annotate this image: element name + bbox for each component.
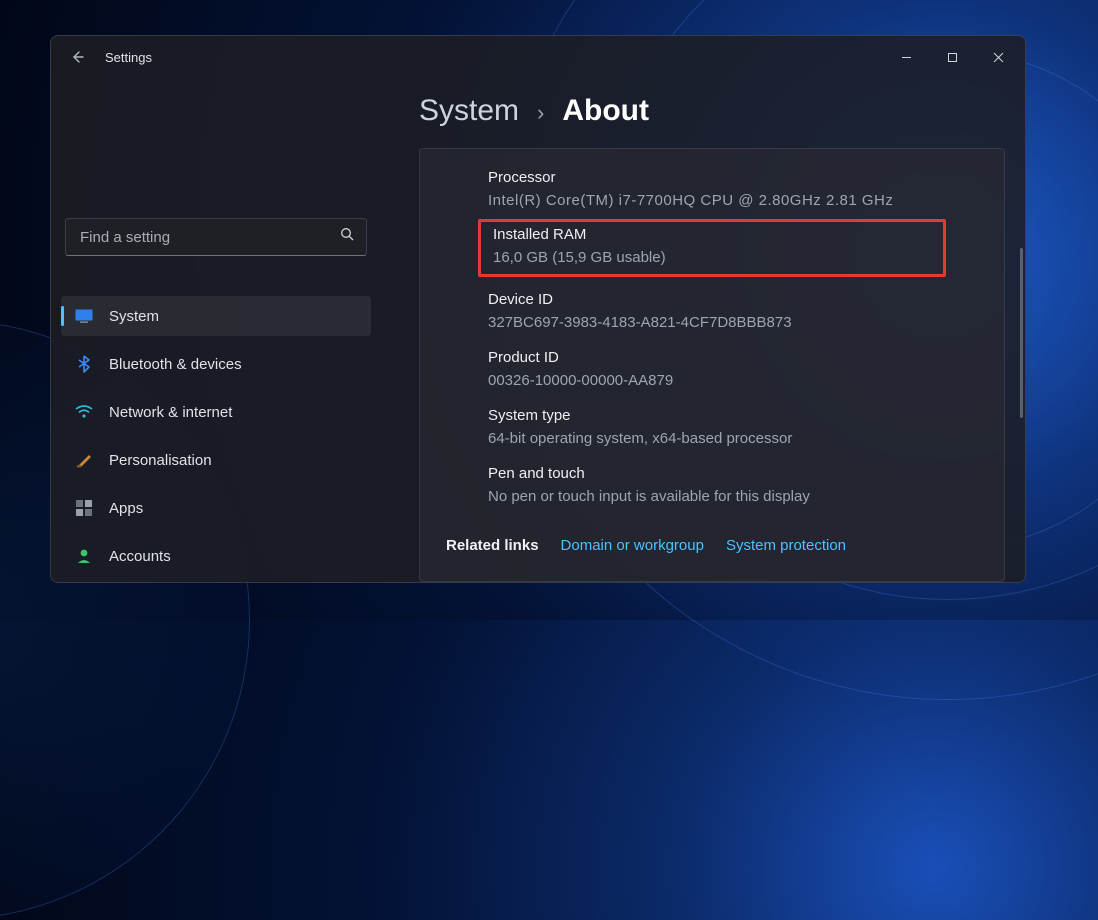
settings-window: Settings System Bluetooth & devices — [50, 35, 1026, 583]
titlebar: Settings — [51, 36, 1025, 78]
sidebar-item-accounts[interactable]: Accounts — [61, 536, 371, 576]
back-button[interactable] — [65, 45, 89, 69]
close-button[interactable] — [975, 41, 1021, 73]
link-system-protection[interactable]: System protection — [726, 537, 846, 554]
bluetooth-icon — [75, 355, 93, 373]
sidebar-item-label: Network & internet — [109, 404, 232, 421]
window-controls — [883, 41, 1021, 73]
maximize-button[interactable] — [929, 41, 975, 73]
brush-icon — [75, 451, 93, 469]
spec-value: 327BC697-3983-4183-A821-4CF7D8BBB873 — [488, 314, 936, 331]
monitor-icon — [75, 307, 93, 325]
device-specs-panel: Processor Intel(R) Core(TM) i7-7700HQ CP… — [419, 148, 1005, 582]
sidebar-item-label: Personalisation — [109, 452, 212, 469]
sidebar: System Bluetooth & devices Network & int… — [51, 78, 381, 582]
related-links: Related links Domain or workgroup System… — [446, 533, 978, 554]
spec-label: Processor — [488, 169, 936, 186]
sidebar-item-label: Bluetooth & devices — [109, 356, 242, 373]
close-icon — [993, 52, 1004, 63]
spec-value: 00326-10000-00000-AA879 — [488, 372, 936, 389]
sidebar-item-network[interactable]: Network & internet — [61, 392, 371, 432]
related-links-label: Related links — [446, 537, 539, 554]
spec-label: Pen and touch — [488, 465, 936, 482]
minimize-icon — [901, 52, 912, 63]
arrow-left-icon — [70, 50, 84, 64]
sidebar-item-label: Apps — [109, 500, 143, 517]
search-input[interactable] — [65, 218, 367, 256]
account-icon — [75, 547, 93, 565]
minimize-button[interactable] — [883, 41, 929, 73]
spec-label: Installed RAM — [493, 226, 931, 243]
spec-value: No pen or touch input is available for t… — [488, 488, 936, 505]
spec-label: System type — [488, 407, 936, 424]
window-title: Settings — [105, 50, 152, 65]
search-field-wrap — [65, 218, 367, 256]
sidebar-item-apps[interactable]: Apps — [61, 488, 371, 528]
spec-value: Intel(R) Core(TM) i7-7700HQ CPU @ 2.80GH… — [488, 192, 936, 209]
wifi-icon — [75, 403, 93, 421]
breadcrumb: System › About — [419, 94, 1005, 128]
sidebar-item-label: Accounts — [109, 548, 171, 565]
spec-installed-ram-highlight: Installed RAM 16,0 GB (15,9 GB usable) — [478, 219, 946, 277]
spec-value: 16,0 GB (15,9 GB usable) — [493, 249, 931, 266]
scrollbar-thumb[interactable] — [1020, 248, 1023, 418]
chevron-right-icon: › — [537, 100, 544, 126]
spec-value: 64-bit operating system, x64-based proce… — [488, 430, 936, 447]
sidebar-item-system[interactable]: System — [61, 296, 371, 336]
apps-icon — [75, 499, 93, 517]
spec-pen-touch: Pen and touch No pen or touch input is a… — [446, 461, 978, 509]
breadcrumb-section[interactable]: System — [419, 94, 519, 128]
page-title: About — [562, 94, 649, 128]
spec-label: Device ID — [488, 291, 936, 308]
sidebar-item-personalisation[interactable]: Personalisation — [61, 440, 371, 480]
sidebar-item-label: System — [109, 308, 159, 325]
spec-processor: Processor Intel(R) Core(TM) i7-7700HQ CP… — [446, 165, 978, 213]
link-domain-workgroup[interactable]: Domain or workgroup — [561, 537, 704, 554]
spec-device-id: Device ID 327BC697-3983-4183-A821-4CF7D8… — [446, 287, 978, 335]
maximize-icon — [947, 52, 958, 63]
spec-system-type: System type 64-bit operating system, x64… — [446, 403, 978, 451]
main-content: System › About Processor Intel(R) Core(T… — [381, 78, 1025, 582]
sidebar-item-bluetooth[interactable]: Bluetooth & devices — [61, 344, 371, 384]
spec-product-id: Product ID 00326-10000-00000-AA879 — [446, 345, 978, 393]
spec-label: Product ID — [488, 349, 936, 366]
